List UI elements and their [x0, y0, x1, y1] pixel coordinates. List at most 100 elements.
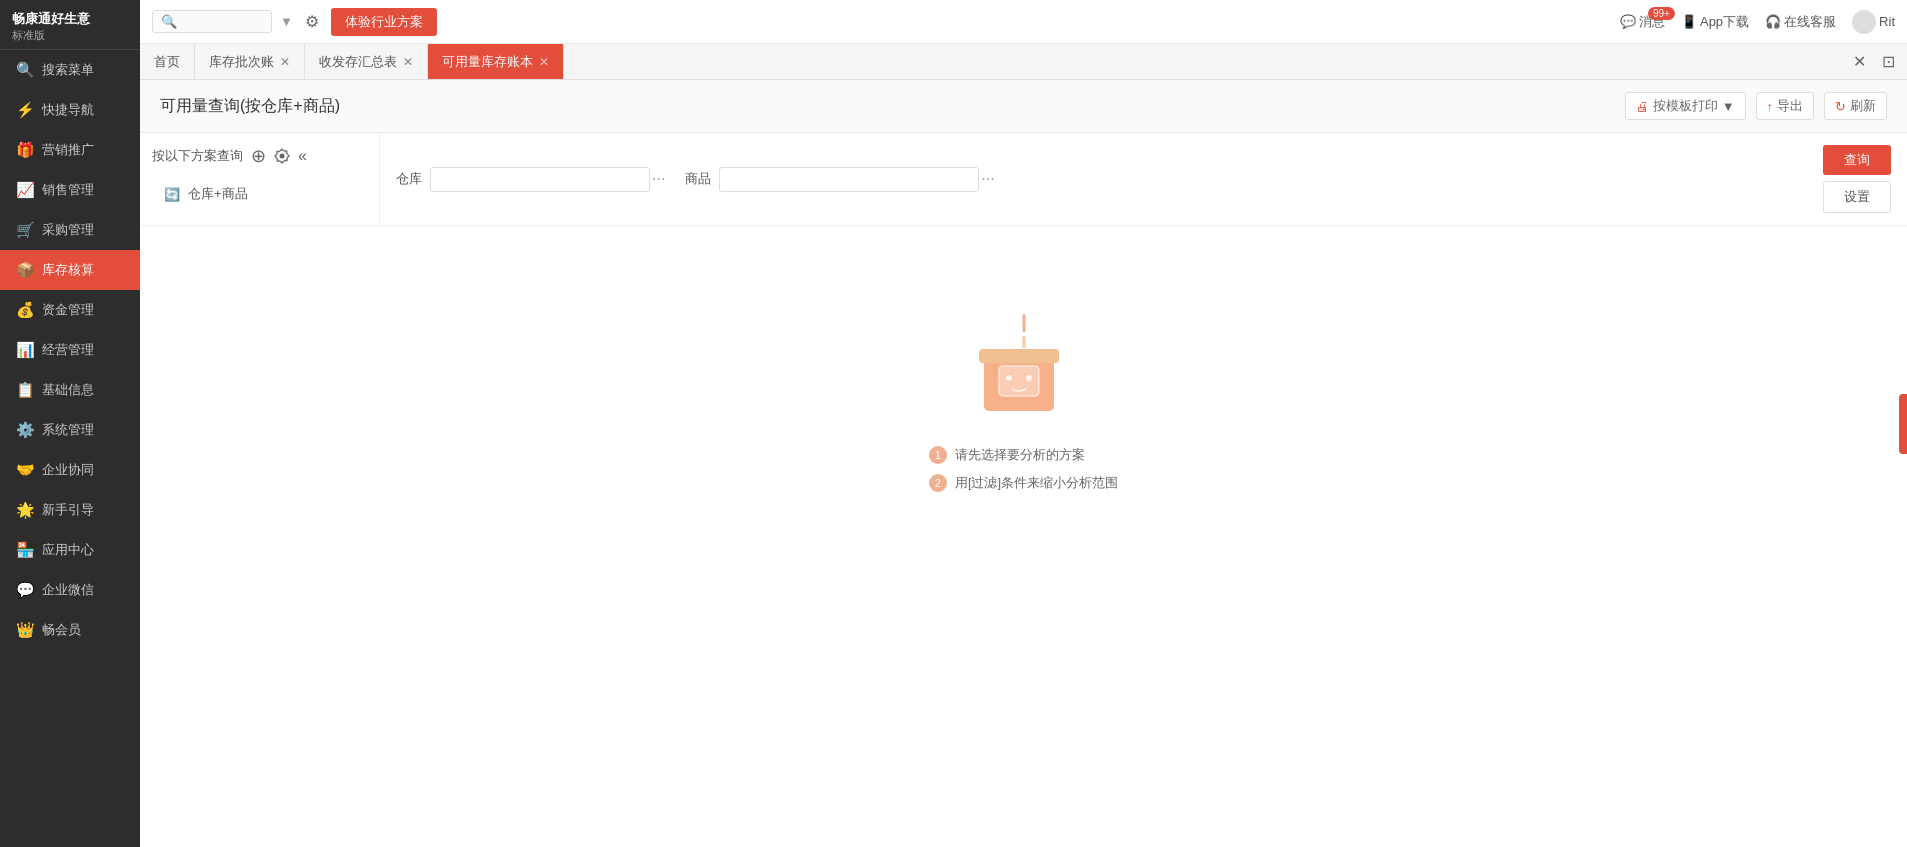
- tab-receipt-summary[interactable]: 收发存汇总表 ✕: [305, 44, 428, 79]
- sidebar-label-wechat: 企业微信: [42, 581, 94, 599]
- store-icon: 🏪: [16, 541, 34, 559]
- svg-point-0: [280, 154, 285, 159]
- sidebar-item-inventory[interactable]: 📦 库存核算: [0, 250, 140, 290]
- query-settings-button[interactable]: [274, 148, 290, 164]
- sidebar-item-newbie[interactable]: 🌟 新手引导: [0, 490, 140, 530]
- message-button[interactable]: 💬 消息 99+: [1620, 13, 1665, 31]
- page-title: 可用量查询(按仓库+商品): [160, 96, 340, 117]
- topbar-gear-icon[interactable]: ⚙: [301, 8, 323, 35]
- sidebar-item-member[interactable]: 👑 畅会员: [0, 610, 140, 650]
- sidebar-label-appcenter: 应用中心: [42, 541, 94, 559]
- print-label: 按模板打印: [1653, 97, 1718, 115]
- wechat-icon: 💬: [16, 581, 34, 599]
- tab-home-label: 首页: [154, 53, 180, 71]
- search-input[interactable]: [181, 15, 261, 29]
- svg-rect-2: [979, 349, 1059, 363]
- search-chevron-icon[interactable]: ▼: [280, 14, 293, 29]
- sidebar-item-system[interactable]: ⚙️ 系统管理: [0, 410, 140, 450]
- gear-icon: ⚙️: [16, 421, 34, 439]
- print-chevron-icon: ▼: [1722, 99, 1735, 114]
- sidebar-item-sales[interactable]: 📈 销售管理: [0, 170, 140, 210]
- app-download-button[interactable]: 📱 App下载: [1681, 13, 1749, 31]
- online-cs-label: 在线客服: [1784, 13, 1836, 31]
- lightning-icon: ⚡: [16, 101, 34, 119]
- sidebar-label-inventory: 库存核算: [42, 261, 94, 279]
- print-template-button[interactable]: 🖨 按模板打印 ▼: [1625, 92, 1746, 120]
- trial-button[interactable]: 体验行业方案: [331, 8, 437, 36]
- goods-input[interactable]: [719, 167, 979, 192]
- scheme-item-warehouse-goods[interactable]: 🔄 仓库+商品: [152, 179, 379, 209]
- tab-receipt-label: 收发存汇总表: [319, 53, 397, 71]
- refresh-button[interactable]: ↻ 刷新: [1824, 92, 1887, 120]
- collapse-button[interactable]: «: [298, 147, 307, 165]
- scheme-icon: 🔄: [164, 187, 180, 202]
- search-box[interactable]: 🔍: [152, 10, 272, 33]
- gift-icon: 🎁: [16, 141, 34, 159]
- tab-batch-account[interactable]: 库存批次账 ✕: [195, 44, 305, 79]
- user-name: Rit: [1879, 14, 1895, 29]
- settings-button[interactable]: 设置: [1823, 181, 1891, 213]
- hint-item-2: 2 用[过滤]条件来缩小分析范围: [929, 474, 1118, 492]
- money-icon: 💰: [16, 301, 34, 319]
- sidebar-label-system: 系统管理: [42, 421, 94, 439]
- query-header: 按以下方案查询 ⊕ «: [152, 145, 379, 167]
- box-icon: 📦: [16, 261, 34, 279]
- hint-text-2: 用[过滤]条件来缩小分析范围: [955, 474, 1118, 492]
- sidebar-item-wechat[interactable]: 💬 企业微信: [0, 570, 140, 610]
- warehouse-more-button[interactable]: ···: [652, 170, 665, 188]
- search-icon: 🔍: [161, 14, 177, 29]
- user-info[interactable]: Rit: [1852, 10, 1895, 34]
- sidebar-item-appcenter[interactable]: 🏪 应用中心: [0, 530, 140, 570]
- sidebar-item-search[interactable]: 🔍 搜索菜单: [0, 50, 140, 90]
- chart-icon: 📈: [16, 181, 34, 199]
- tab-available-account[interactable]: 可用量库存账本 ✕: [428, 44, 564, 79]
- export-button[interactable]: ↑ 导出: [1756, 92, 1815, 120]
- tab-close-all-button[interactable]: ✕: [1845, 46, 1874, 77]
- message-badge: 99+: [1648, 7, 1675, 20]
- tab-home[interactable]: 首页: [140, 44, 195, 79]
- hint-num-2: 2: [929, 474, 947, 492]
- sidebar-item-quicknav[interactable]: ⚡ 快捷导航: [0, 90, 140, 130]
- sidebar-item-operations[interactable]: 📊 经营管理: [0, 330, 140, 370]
- sidebar-label-sales: 销售管理: [42, 181, 94, 199]
- sidebar-item-marketing[interactable]: 🎁 营销推广: [0, 130, 140, 170]
- star-icon: 🌟: [16, 501, 34, 519]
- goods-more-button[interactable]: ···: [981, 170, 994, 188]
- sidebar-label-member: 畅会员: [42, 621, 81, 639]
- sidebar-label-enterprise: 企业协同: [42, 461, 94, 479]
- warehouse-input[interactable]: [430, 167, 650, 192]
- sidebar-menu: 🔍 搜索菜单 ⚡ 快捷导航 🎁 营销推广 📈 销售管理 🛒 采购管理 📦: [0, 50, 140, 847]
- printer-icon: 🖨: [1636, 99, 1649, 114]
- logo-sub: 标准版: [12, 28, 128, 43]
- sidebar-item-purchase[interactable]: 🛒 采购管理: [0, 210, 140, 250]
- goods-filter-group: 商品 ···: [685, 167, 994, 192]
- tab-batch-close-icon[interactable]: ✕: [280, 55, 290, 69]
- sidebar-label-newbie: 新手引导: [42, 501, 94, 519]
- logo-title: 畅康通好生意: [12, 10, 128, 28]
- sidebar-item-funds[interactable]: 💰 资金管理: [0, 290, 140, 330]
- sidebar-label-quicknav: 快捷导航: [42, 101, 94, 119]
- tab-expand-button[interactable]: ⊡: [1874, 46, 1903, 77]
- tab-receipt-close-icon[interactable]: ✕: [403, 55, 413, 69]
- page-content: 可用量查询(按仓库+商品) 🖨 按模板打印 ▼ ↑ 导出 ↻ 刷新: [140, 80, 1907, 847]
- cart-icon: 🛒: [16, 221, 34, 239]
- sidebar-item-enterprise[interactable]: 🤝 企业协同: [0, 450, 140, 490]
- basic-icon: 📋: [16, 381, 34, 399]
- tabbar: 首页 库存批次账 ✕ 收发存汇总表 ✕ 可用量库存账本 ✕ ✕ ⊡: [140, 44, 1907, 80]
- sidebar-label-marketing: 营销推广: [42, 141, 94, 159]
- tab-available-label: 可用量库存账本: [442, 53, 533, 71]
- refresh-label: 刷新: [1850, 97, 1876, 115]
- right-scroll-handle[interactable]: [1899, 394, 1907, 454]
- user-avatar: [1852, 10, 1876, 34]
- sidebar-label-basic: 基础信息: [42, 381, 94, 399]
- query-add-button[interactable]: ⊕: [251, 145, 266, 167]
- headset-icon: 🎧: [1765, 14, 1781, 29]
- search-icon: 🔍: [16, 61, 34, 79]
- empty-illustration: [964, 306, 1084, 426]
- online-cs-button[interactable]: 🎧 在线客服: [1765, 13, 1836, 31]
- sidebar-item-basic[interactable]: 📋 基础信息: [0, 370, 140, 410]
- enterprise-icon: 🤝: [16, 461, 34, 479]
- tab-available-close-icon[interactable]: ✕: [539, 55, 549, 69]
- query-button[interactable]: 查询: [1823, 145, 1891, 175]
- export-label: 导出: [1777, 97, 1803, 115]
